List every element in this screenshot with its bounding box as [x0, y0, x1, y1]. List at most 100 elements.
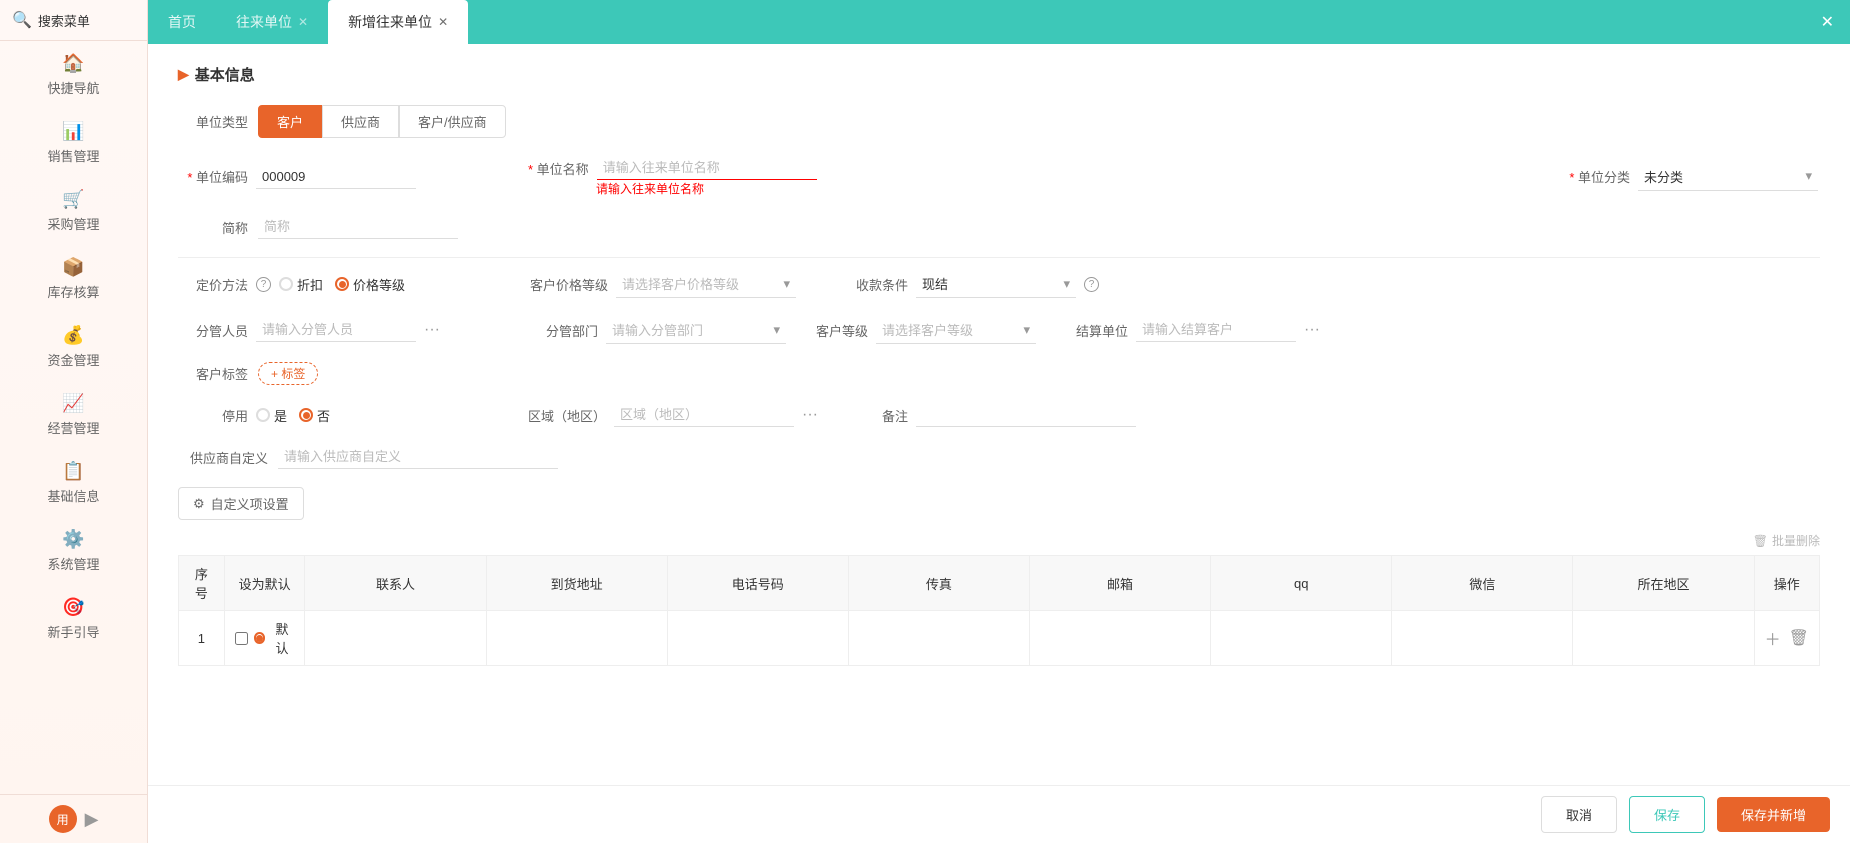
unit-name-wrapper: 单位名称 请输入往来单位名称	[528, 156, 1550, 197]
row-email[interactable]	[1029, 611, 1210, 666]
manager-input[interactable]	[256, 318, 416, 342]
sidebar-item-quick-nav[interactable]: 🏠 快捷导航	[0, 41, 147, 109]
tab-home-label: 首页	[168, 12, 196, 32]
payment-terms-value: 现结	[922, 274, 948, 293]
batch-delete-label[interactable]: 批量删除	[1772, 532, 1820, 549]
row-address[interactable]	[486, 611, 667, 666]
col-phone: 电话号码	[667, 556, 848, 611]
tab-bar: 首页 往来单位 ✕ 新增往来单位 ✕ ✕	[148, 0, 1850, 44]
col-contact: 联系人	[305, 556, 486, 611]
manager-more-icon[interactable]: ···	[424, 322, 440, 338]
row-default-radio[interactable]: 默认	[254, 619, 295, 657]
sidebar-expand-icon[interactable]: ▶	[85, 809, 99, 830]
guide-icon: 🎯	[62, 597, 84, 618]
settlement-more-icon[interactable]: ···	[1304, 322, 1320, 338]
row-add-icon[interactable]: ＋	[1765, 626, 1781, 650]
cancel-button[interactable]: 取消	[1541, 796, 1617, 833]
unit-type-customer[interactable]: 客户	[258, 105, 322, 138]
manager-row: 分管人员 ··· 分管部门 请输入分管部门 ▾ 客户等级 请选择客户等级 ▾	[178, 316, 1820, 344]
payment-terms-select[interactable]: 现结 ▾	[916, 270, 1076, 298]
row-default: 默认	[224, 611, 305, 666]
unit-code-label: 单位编码	[178, 167, 248, 186]
col-wechat: 微信	[1392, 556, 1573, 611]
close-all-tabs[interactable]: ✕	[1805, 12, 1850, 32]
department-placeholder: 请输入分管部门	[612, 320, 703, 339]
row-index: 1	[179, 611, 225, 666]
no-label: 否	[317, 406, 330, 425]
remark-input[interactable]	[916, 403, 1136, 427]
settlement-unit-input[interactable]	[1136, 318, 1296, 342]
supplier-custom-input[interactable]	[278, 445, 558, 469]
disabled-no[interactable]: 否	[299, 406, 330, 425]
contacts-table: 序号 设为默认 联系人 到货地址 电话号码 传真 邮箱 qq 微信 所在地区 操…	[178, 555, 1820, 666]
customer-price-level-select[interactable]: 请选择客户价格等级 ▾	[616, 270, 796, 298]
supplier-custom-row: 供应商自定义	[178, 445, 1820, 469]
default-label: 默认	[269, 619, 294, 657]
qq-input[interactable]	[1229, 631, 1373, 646]
tab-counterparty-close[interactable]: ✕	[298, 15, 308, 29]
price-level-radio	[335, 277, 349, 291]
sidebar-item-system[interactable]: ⚙️ 系统管理	[0, 517, 147, 585]
custom-settings-label: 自定义项设置	[211, 494, 289, 513]
tab-new-counterparty[interactable]: 新增往来单位 ✕	[328, 0, 468, 44]
short-name-input[interactable]	[258, 215, 458, 239]
unit-name-input[interactable]	[597, 156, 817, 180]
row-wechat[interactable]	[1392, 611, 1573, 666]
pricing-help-icon[interactable]: ?	[256, 277, 271, 292]
pricing-discount[interactable]: 折扣	[279, 275, 323, 294]
home-icon: 🏠	[62, 53, 84, 74]
disabled-yes[interactable]: 是	[256, 406, 287, 425]
row-fax[interactable]	[848, 611, 1029, 666]
row-contact[interactable]	[305, 611, 486, 666]
unit-code-field: 单位编码	[178, 165, 518, 189]
row-phone[interactable]	[667, 611, 848, 666]
row-region-cell[interactable]	[1573, 611, 1754, 666]
col-qq: qq	[1211, 556, 1392, 611]
email-input[interactable]	[1048, 631, 1192, 646]
row-delete-icon[interactable]: 🗑	[1789, 628, 1809, 648]
user-avatar[interactable]: 用	[49, 805, 77, 833]
sidebar-item-finance[interactable]: 💰 资金管理	[0, 313, 147, 381]
save-button[interactable]: 保存	[1629, 796, 1705, 833]
pricing-level[interactable]: 价格等级	[335, 275, 405, 294]
sidebar-item-beginner[interactable]: 🎯 新手引导	[0, 585, 147, 653]
customer-tag-label: 客户标签	[178, 364, 248, 383]
pricing-method-field: 定价方法 ? 折扣 价格等级	[178, 275, 518, 294]
payment-help-icon[interactable]: ?	[1084, 277, 1099, 292]
customer-level-select[interactable]: 请选择客户等级 ▾	[876, 316, 1036, 344]
add-tag-button[interactable]: + 标签	[258, 362, 318, 385]
tab-new-counterparty-close[interactable]: ✕	[438, 15, 448, 29]
tab-counterparty[interactable]: 往来单位 ✕	[216, 0, 328, 44]
sidebar-item-basic-info[interactable]: 📋 基础信息	[0, 449, 147, 517]
sidebar-item-sales[interactable]: 📊 销售管理	[0, 109, 147, 177]
row-qq[interactable]	[1211, 611, 1392, 666]
department-select[interactable]: 请输入分管部门 ▾	[606, 316, 786, 344]
tab-home[interactable]: 首页	[148, 0, 216, 44]
contact-input[interactable]	[323, 631, 467, 646]
unit-type-supplier[interactable]: 供应商	[322, 105, 399, 138]
region-input[interactable]	[614, 403, 794, 427]
customer-price-level-label: 客户价格等级	[528, 275, 608, 294]
sidebar-search[interactable]: 🔍 搜索菜单	[0, 0, 147, 41]
region-cell-input[interactable]	[1591, 631, 1735, 646]
row-actions: ＋ 🗑	[1754, 611, 1819, 666]
unit-type-both[interactable]: 客户/供应商	[399, 105, 506, 138]
fax-input[interactable]	[867, 631, 1011, 646]
sidebar-item-purchase[interactable]: 🛒 采购管理	[0, 177, 147, 245]
col-fax: 传真	[848, 556, 1029, 611]
region-label: 区域（地区）	[528, 406, 606, 425]
save-new-button[interactable]: 保存并新增	[1717, 797, 1830, 832]
row-checkbox[interactable]	[235, 632, 248, 645]
unit-category-label: 单位分类	[1560, 167, 1630, 186]
customer-level-field: 客户等级 请选择客户等级 ▾	[798, 316, 1048, 344]
region-more-icon[interactable]: ···	[802, 407, 818, 423]
phone-input[interactable]	[686, 631, 830, 646]
custom-settings-button[interactable]: ⚙ 自定义项设置	[178, 487, 304, 520]
address-input[interactable]	[505, 631, 649, 646]
wechat-input[interactable]	[1410, 631, 1554, 646]
unit-category-select[interactable]: 未分类 ▾	[1638, 163, 1818, 191]
unit-code-input[interactable]	[256, 165, 416, 189]
sidebar-item-operation[interactable]: 📈 经营管理	[0, 381, 147, 449]
table-row: 1 默认	[179, 611, 1820, 666]
sidebar-item-inventory[interactable]: 📦 库存核算	[0, 245, 147, 313]
